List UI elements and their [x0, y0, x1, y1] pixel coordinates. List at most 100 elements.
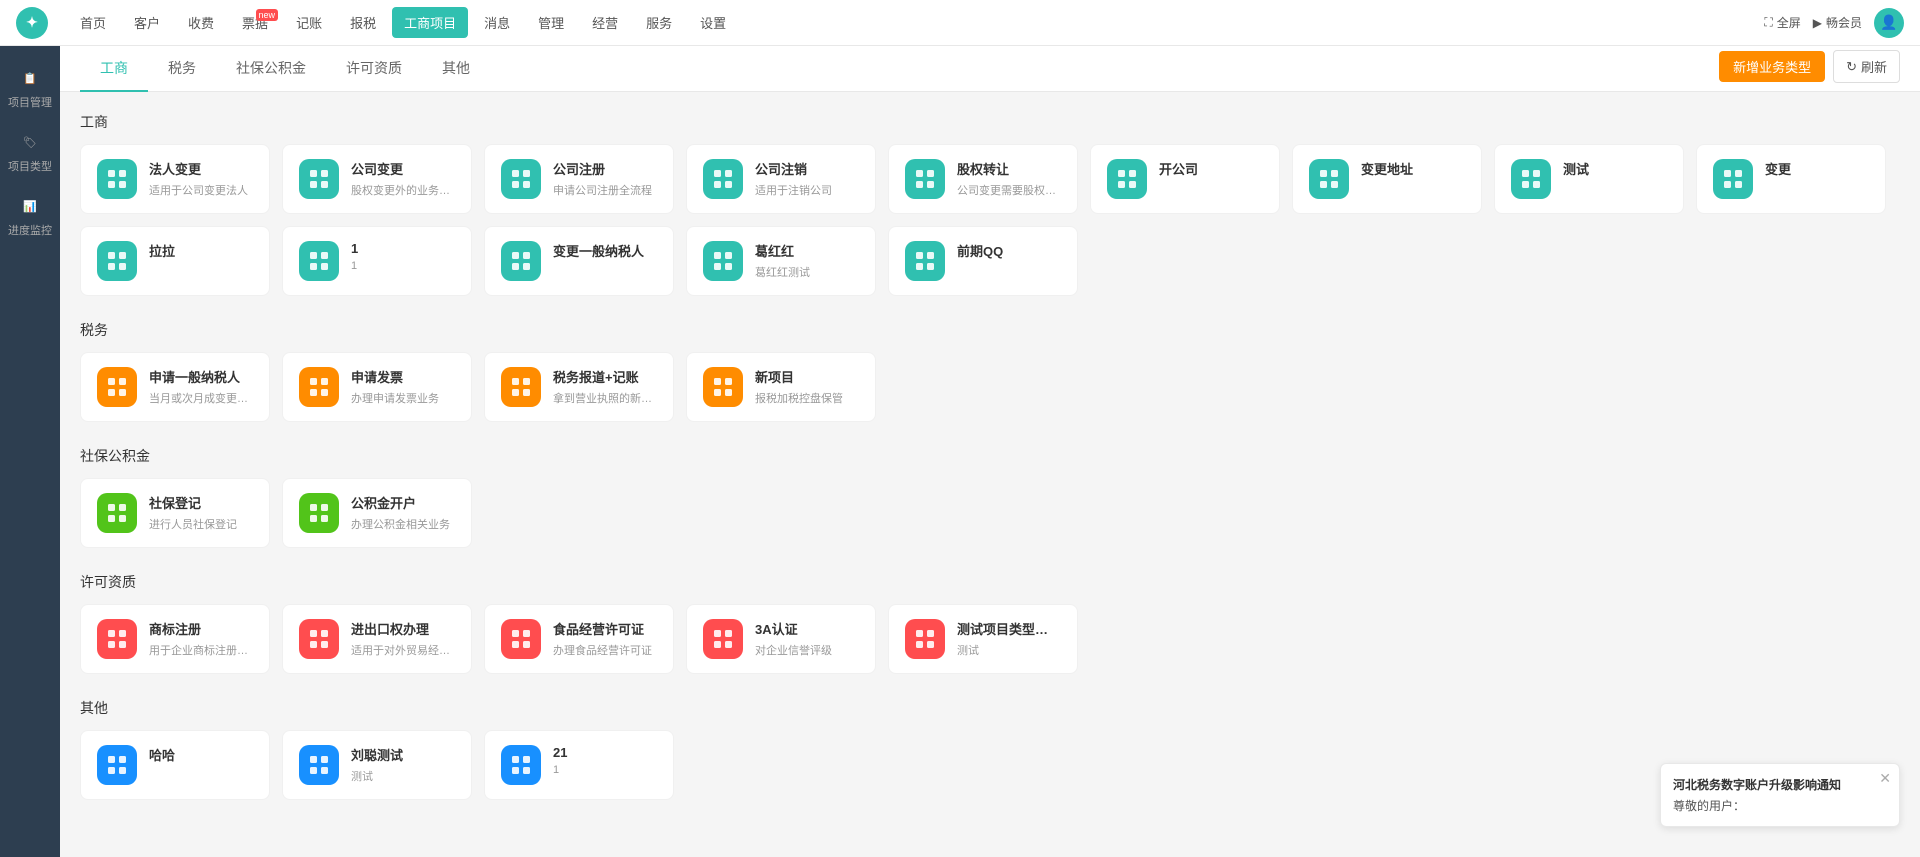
card-title-text: 21 [553, 745, 657, 760]
card-title-text: 商标注册 [149, 619, 253, 638]
card-title-text: 股权转让 [957, 159, 1061, 178]
card-title-text: 新项目 [755, 367, 859, 386]
tab-actions: 新增业务类型 ↻ 刷新 [1719, 50, 1900, 91]
sidebar-label: 进度监控 [8, 222, 52, 238]
card-3A认证[interactable]: 3A认证对企业信誉评级 [686, 604, 876, 674]
card-变更[interactable]: 变更 [1696, 144, 1886, 214]
card-申请发票[interactable]: 申请发票办理申请发票业务 [282, 352, 472, 422]
card-icon-商标注册 [97, 619, 137, 659]
card-title-text: 变更 [1765, 159, 1869, 178]
nav-item-收费[interactable]: 收费 [176, 7, 226, 38]
card-前期QQ[interactable]: 前期QQ [888, 226, 1078, 296]
card-21[interactable]: 211 [484, 730, 674, 800]
sidebar-item-进度监控[interactable]: 📊 进度监控 [0, 184, 60, 248]
card-icon-股权转让 [905, 159, 945, 199]
sidebar-icon: 📊 [18, 194, 42, 218]
card-desc-text: 办理食品经营许可证 [553, 642, 657, 658]
add-type-button[interactable]: 新增业务类型 [1719, 51, 1825, 82]
card-变更地址[interactable]: 变更地址 [1292, 144, 1482, 214]
refresh-icon: ↻ [1846, 59, 1857, 75]
card-拉拉[interactable]: 拉拉 [80, 226, 270, 296]
cards-grid-社保公积金: 社保登记进行人员社保登记公积金开户办理公积金相关业务 [80, 478, 1900, 548]
tab-税务[interactable]: 税务 [148, 46, 216, 92]
card-测试项目类型自定义[interactable]: 测试项目类型自定义测试 [888, 604, 1078, 674]
card-icon-社保登记 [97, 493, 137, 533]
top-navigation: ✦ 首页客户收费票据new记账报税工商项目消息管理经营服务设置 ⛶ 全屏 ▶ 畅… [0, 0, 1920, 46]
card-icon-公司注册 [501, 159, 541, 199]
sidebar-label: 项目管理 [8, 94, 52, 110]
card-1[interactable]: 11 [282, 226, 472, 296]
card-icon-申请发票 [299, 367, 339, 407]
card-desc-text: 葛红红测试 [755, 264, 859, 280]
card-icon-21 [501, 745, 541, 785]
sidebar-item-项目类型[interactable]: 🏷项目类型 [0, 120, 60, 184]
tab-工商[interactable]: 工商 [80, 46, 148, 92]
fullscreen-button[interactable]: ⛶ 全屏 [1764, 14, 1800, 31]
card-title-text: 进出口权办理 [351, 619, 455, 638]
cards-grid-其他: 哈哈刘聪测试测试211 [80, 730, 1900, 800]
tab-社保公积金[interactable]: 社保公积金 [216, 46, 326, 92]
card-公司注销[interactable]: 公司注销适用于注销公司 [686, 144, 876, 214]
card-开公司[interactable]: 开公司 [1090, 144, 1280, 214]
card-title-text: 申请一般纳税人 [149, 367, 253, 386]
notification-popup: ✕ 河北税务数字账户升级影响通知 尊敬的用户： [1660, 763, 1900, 827]
card-股权转让[interactable]: 股权转让公司变更需要股权转让 [888, 144, 1078, 214]
card-icon-葛红红 [703, 241, 743, 281]
card-desc-text: 用于企业商标注册服务 [149, 642, 253, 658]
sidebar-label: 项目类型 [8, 158, 52, 174]
nav-item-消息[interactable]: 消息 [472, 7, 522, 38]
card-申请一般纳税人[interactable]: 申请一般纳税人当月或次月成变更完成 [80, 352, 270, 422]
card-desc-text: 适用于注销公司 [755, 182, 859, 198]
fullscreen-icon: ⛶ [1764, 15, 1772, 30]
card-icon-申请一般纳税人 [97, 367, 137, 407]
card-刘聪测试[interactable]: 刘聪测试测试 [282, 730, 472, 800]
card-title-text: 食品经营许可证 [553, 619, 657, 638]
nav-item-经营[interactable]: 经营 [580, 7, 630, 38]
card-公司注册[interactable]: 公司注册申请公司注册全流程 [484, 144, 674, 214]
card-公司变更[interactable]: 公司变更股权变更外的业务变更 [282, 144, 472, 214]
notification-close-button[interactable]: ✕ [1879, 770, 1891, 787]
card-desc-text: 办理申请发票业务 [351, 390, 455, 406]
card-商标注册[interactable]: 商标注册用于企业商标注册服务 [80, 604, 270, 674]
card-icon-变更 [1713, 159, 1753, 199]
sidebar-item-项目管理[interactable]: 📋项目管理 [0, 56, 60, 120]
card-icon-1 [299, 241, 339, 281]
tab-其他[interactable]: 其他 [422, 46, 490, 92]
avatar[interactable]: 👤 [1874, 8, 1904, 38]
nav-item-票据[interactable]: 票据new [230, 7, 280, 38]
nav-right-area: ⛶ 全屏 ▶ 畅会员 👤 [1764, 8, 1904, 38]
section-title-税务: 税务 [80, 320, 1900, 340]
card-公积金开户[interactable]: 公积金开户办理公积金相关业务 [282, 478, 472, 548]
nav-item-客户[interactable]: 客户 [122, 7, 172, 38]
nav-item-工商项目[interactable]: 工商项目 [392, 7, 468, 38]
card-desc-text: 1 [553, 764, 657, 776]
card-社保登记[interactable]: 社保登记进行人员社保登记 [80, 478, 270, 548]
card-法人变更[interactable]: 法人变更适用于公司变更法人 [80, 144, 270, 214]
card-desc-text: 股权变更外的业务变更 [351, 182, 455, 198]
card-进出口权办理[interactable]: 进出口权办理适用于对外贸易经营者 [282, 604, 472, 674]
member-button[interactable]: ▶ 畅会员 [1813, 14, 1862, 31]
card-测试[interactable]: 测试 [1494, 144, 1684, 214]
card-desc-text: 适用于公司变更法人 [149, 182, 253, 198]
sidebar: 📋项目管理🏷项目类型 📊 进度监控 [0, 46, 60, 857]
tab-许可资质[interactable]: 许可资质 [326, 46, 422, 92]
nav-item-首页[interactable]: 首页 [68, 7, 118, 38]
card-icon-公司注销 [703, 159, 743, 199]
card-葛红红[interactable]: 葛红红葛红红测试 [686, 226, 876, 296]
card-desc-text: 对企业信誉评级 [755, 642, 859, 658]
main-area: 工商税务社保公积金许可资质其他 新增业务类型 ↻ 刷新 工商法人变更适用于公司变… [60, 46, 1920, 857]
card-新项目[interactable]: 新项目报税加税控盘保管 [686, 352, 876, 422]
card-食品经营许可证[interactable]: 食品经营许可证办理食品经营许可证 [484, 604, 674, 674]
nav-item-报税[interactable]: 报税 [338, 7, 388, 38]
card-desc-text: 测试 [957, 642, 1061, 658]
card-变更一般纳税人[interactable]: 变更一般纳税人 [484, 226, 674, 296]
nav-item-记账[interactable]: 记账 [284, 7, 334, 38]
card-icon-前期QQ [905, 241, 945, 281]
nav-item-管理[interactable]: 管理 [526, 7, 576, 38]
nav-item-设置[interactable]: 设置 [688, 7, 738, 38]
card-title-text: 法人变更 [149, 159, 253, 178]
card-税务报道+记账[interactable]: 税务报道+记账拿到营业执照的新公司 [484, 352, 674, 422]
refresh-button[interactable]: ↻ 刷新 [1833, 50, 1900, 83]
card-哈哈[interactable]: 哈哈 [80, 730, 270, 800]
nav-item-服务[interactable]: 服务 [634, 7, 684, 38]
